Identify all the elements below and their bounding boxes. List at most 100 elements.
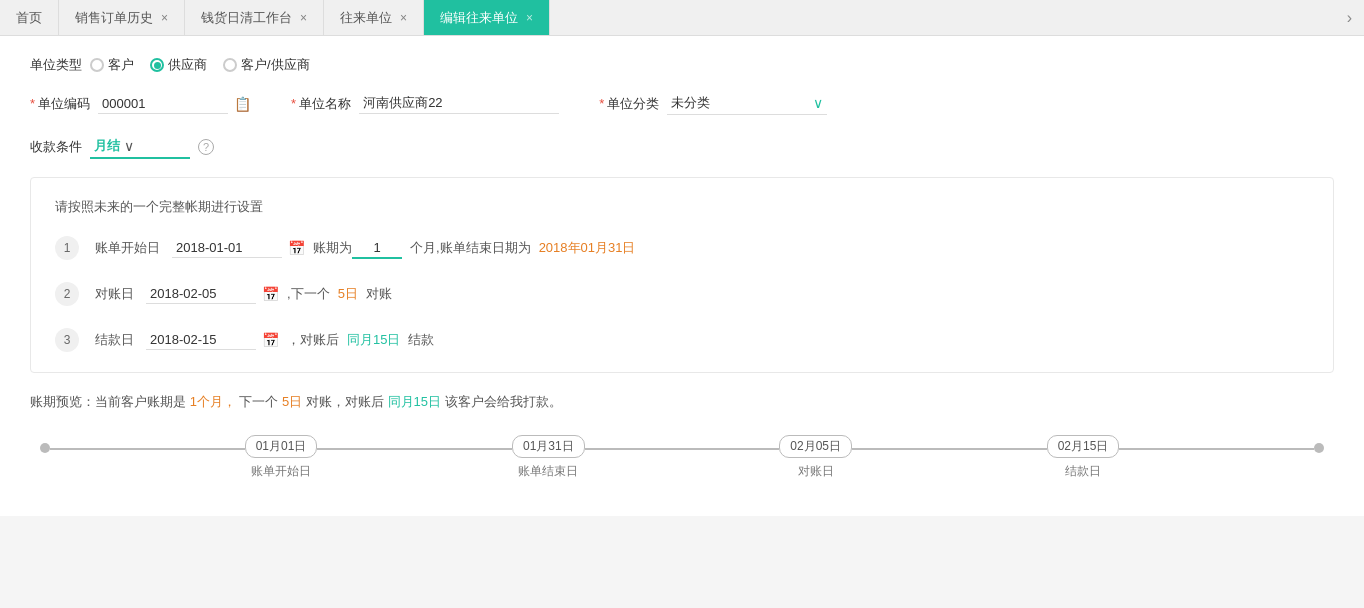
period-field-label-2: 对账日 [95, 285, 134, 303]
radio-supplier-circle [150, 58, 164, 72]
period-cal-icon-1[interactable]: 📅 [288, 240, 305, 256]
radio-customer-label: 客户 [108, 56, 134, 74]
preview-highlight3: 同月15日 [388, 394, 441, 409]
unit-code-input[interactable] [98, 94, 228, 114]
timeline-bubble-1: 01月01日 [245, 435, 318, 458]
period-months-input[interactable] [352, 238, 402, 259]
timeline-label-4: 结款日 [1065, 463, 1101, 480]
period-field-label-1: 账单开始日 [95, 239, 160, 257]
radio-both-circle [223, 58, 237, 72]
unit-type-row: 单位类型 客户 供应商 客户/供应商 [30, 56, 1334, 74]
tab-cash-work-label: 钱货日清工作台 [201, 9, 292, 27]
period-row-1: 1 账单开始日 📅 账期为 个月,账单结束日期为 2018年01月31日 [55, 236, 1309, 260]
unit-category-label: 单位分类 [607, 95, 659, 113]
unit-name-star: * [291, 96, 296, 111]
period-num-2: 2 [55, 282, 79, 306]
period-title: 请按照未来的一个完整帐期进行设置 [55, 198, 1309, 216]
payment-condition-select[interactable]: 月结 ∨ [90, 135, 190, 159]
timeline: 01月01日 账单开始日 01月31日 账单结束日 02月05日 对账日 02月… [30, 435, 1334, 480]
period-end-date: 2018年01月31日 [539, 239, 636, 257]
tab-cash-work[interactable]: 钱货日清工作台 × [185, 0, 324, 35]
payment-condition-value: 月结 [94, 137, 120, 155]
tab-sales-history[interactable]: 销售订单历史 × [59, 0, 185, 35]
timeline-seg-3 [852, 448, 1047, 450]
tab-home-label: 首页 [16, 9, 42, 27]
tab-partner-close[interactable]: × [400, 11, 407, 25]
timeline-node-2: 01月31日 账单结束日 [512, 435, 585, 480]
period-cal-icon-3[interactable]: 📅 [262, 332, 279, 348]
unit-code-star: * [30, 96, 35, 111]
preview-highlight1: 1个月， [190, 394, 236, 409]
tab-more-button[interactable]: › [1335, 0, 1364, 35]
timeline-bubble-3: 02月05日 [779, 435, 852, 458]
radio-both-label: 客户/供应商 [241, 56, 310, 74]
payment-condition-label: 收款条件 [30, 138, 82, 156]
radio-both[interactable]: 客户/供应商 [223, 56, 310, 74]
period-date-input-1[interactable] [172, 238, 282, 258]
tab-edit-partner-close[interactable]: × [526, 11, 533, 25]
period-settings-box: 请按照未来的一个完整帐期进行设置 1 账单开始日 📅 账期为 个月,账单结束日期… [30, 177, 1334, 373]
unit-code-label: 单位编码 [38, 95, 90, 113]
period-desc-3b: 同月15日 [347, 331, 400, 349]
unit-type-label: 单位类型 [30, 56, 82, 74]
payment-help-icon[interactable]: ? [198, 139, 214, 155]
period-desc-3c: 结款 [408, 331, 434, 349]
timeline-bubble-4: 02月15日 [1047, 435, 1120, 458]
tab-sales-history-close[interactable]: × [161, 11, 168, 25]
period-desc-2a: ,下一个 [287, 285, 330, 303]
preview-highlight2: 5日 [282, 394, 302, 409]
preview-suffix: 该客户会给我打款。 [445, 394, 562, 409]
preview-mid1: 下一个 [239, 394, 278, 409]
timeline-label-3: 对账日 [798, 463, 834, 480]
timeline-label-2: 账单结束日 [518, 463, 578, 480]
preview-section: 账期预览：当前客户账期是 1个月， 下一个 5日 对账，对账后 同月15日 该客… [30, 393, 1334, 496]
timeline-node-3: 02月05日 对账日 [779, 435, 852, 480]
period-date-input-3[interactable] [146, 330, 256, 350]
main-content: 单位类型 客户 供应商 客户/供应商 * 单位编码 📋 * 单位名称 [0, 36, 1364, 516]
timeline-end-dot [1314, 443, 1324, 453]
timeline-bubble-2: 01月31日 [512, 435, 585, 458]
preview-mid2: 对账，对账后 [306, 394, 384, 409]
unit-category-star: * [599, 96, 604, 111]
unit-category-arrow: ∨ [813, 95, 823, 111]
timeline-seg-0 [50, 448, 245, 450]
period-desc-1b: 个月,账单结束日期为 [410, 239, 531, 257]
unit-code-field: * 单位编码 📋 [30, 94, 251, 114]
radio-supplier[interactable]: 供应商 [150, 56, 207, 74]
period-desc-3a: ，对账后 [287, 331, 339, 349]
tab-cash-work-close[interactable]: × [300, 11, 307, 25]
period-desc-1a: 账期为 [313, 239, 352, 257]
tab-home[interactable]: 首页 [0, 0, 59, 35]
radio-customer-circle [90, 58, 104, 72]
payment-condition-row: 收款条件 月结 ∨ ? [30, 135, 1334, 159]
unit-name-field: * 单位名称 [291, 94, 559, 114]
unit-name-label: 单位名称 [299, 95, 351, 113]
radio-supplier-label: 供应商 [168, 56, 207, 74]
period-date-input-2[interactable] [146, 284, 256, 304]
period-row-3: 3 结款日 📅 ，对账后 同月15日 结款 [55, 328, 1309, 352]
tab-partner[interactable]: 往来单位 × [324, 0, 424, 35]
tab-edit-partner-label: 编辑往来单位 [440, 9, 518, 27]
timeline-seg-1 [317, 448, 512, 450]
radio-customer[interactable]: 客户 [90, 56, 134, 74]
timeline-seg-4 [1119, 448, 1314, 450]
period-desc-2b: 5日 [338, 285, 358, 303]
timeline-seg-2 [585, 448, 780, 450]
preview-text: 账期预览：当前客户账期是 1个月， 下一个 5日 对账，对账后 同月15日 该客… [30, 393, 1334, 411]
preview-prefix: 账期预览：当前客户账期是 [30, 394, 186, 409]
unit-code-icon[interactable]: 📋 [234, 96, 251, 112]
period-num-3: 3 [55, 328, 79, 352]
period-num-1: 1 [55, 236, 79, 260]
unit-name-input[interactable] [359, 94, 559, 114]
unit-category-select[interactable]: 未分类 ∨ [667, 92, 827, 115]
tab-bar: 首页 销售订单历史 × 钱货日清工作台 × 往来单位 × 编辑往来单位 × › [0, 0, 1364, 36]
timeline-label-1: 账单开始日 [251, 463, 311, 480]
period-desc-2c: 对账 [366, 285, 392, 303]
timeline-start-dot [40, 443, 50, 453]
period-cal-icon-2[interactable]: 📅 [262, 286, 279, 302]
period-field-label-3: 结款日 [95, 331, 134, 349]
unit-category-value: 未分类 [671, 94, 809, 112]
payment-condition-arrow: ∨ [124, 138, 134, 154]
tab-edit-partner[interactable]: 编辑往来单位 × [424, 0, 550, 35]
timeline-node-4: 02月15日 结款日 [1047, 435, 1120, 480]
